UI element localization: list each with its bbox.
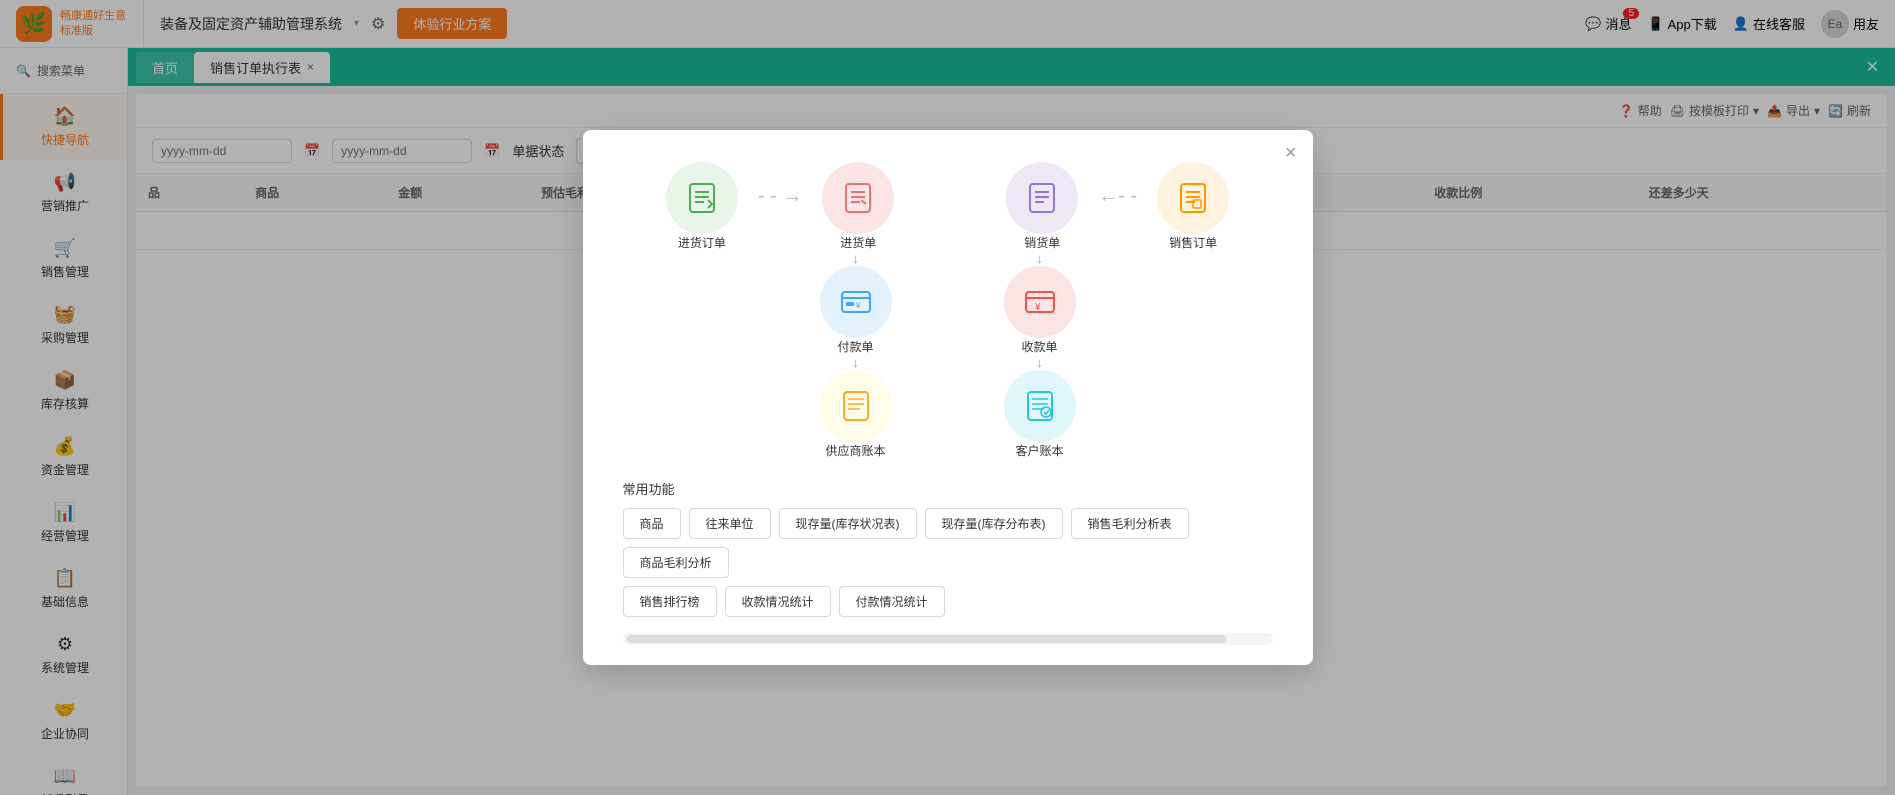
flow-arrows-row-1: ↓ ↓ [623, 251, 1273, 266]
arrow-down-payment: ↓ [820, 355, 892, 370]
flow-row-3: 供应商账本 [696, 370, 1200, 459]
modal-overlay[interactable]: × [0, 0, 1895, 795]
modal-scrollbar[interactable] [623, 633, 1273, 645]
purchase-order-item: 进货订单 [666, 162, 738, 251]
customer-ledger-circle[interactable] [1004, 370, 1076, 442]
arrow-down-sales: ↓ [1004, 251, 1076, 266]
supplier-ledger-label: 供应商账本 [825, 442, 885, 459]
flow-row-1: 进货订单 - - → [666, 162, 1229, 251]
flow-arrows-row-2: ↓ ↓ [623, 355, 1273, 370]
flow-row-2: ¥ 付款单 ¥ [696, 266, 1200, 355]
payment-label: 付款单 [837, 338, 873, 355]
payment-circle[interactable]: ¥ [820, 266, 892, 338]
arrow-2: ←- - [1098, 185, 1137, 208]
purchase-bill-circle[interactable] [822, 162, 894, 234]
supplier-ledger-item: 供应商账本 [820, 370, 892, 459]
sales-bill-icon [1024, 180, 1060, 216]
purchase-order-label: 进货订单 [678, 234, 726, 251]
flow-diagram: 进货订单 - - → [623, 162, 1273, 459]
purchase-order-circle[interactable] [666, 162, 738, 234]
arrow-down-receipt: ↓ [1004, 355, 1076, 370]
common-func-section: 常用功能 商品 往来单位 现存量(库存状况表) 现存量(库存分布表) 销售毛利分… [623, 479, 1273, 617]
purchase-order-icon [684, 180, 720, 216]
func-btn-product[interactable]: 商品 [623, 508, 681, 539]
scrollbar-track [627, 635, 1227, 643]
func-btn-sales-profit[interactable]: 销售毛利分析表 [1071, 508, 1189, 539]
payment-icon: ¥ [838, 284, 874, 320]
sales-bill-label: 销货单 [1024, 234, 1060, 251]
sales-order-label: 销售订单 [1169, 234, 1217, 251]
func-btn-stock-status[interactable]: 现存量(库存状况表) [779, 508, 917, 539]
sales-bill-item: 销货单 [1006, 162, 1078, 251]
svg-text:¥: ¥ [1034, 302, 1041, 313]
sales-order-icon [1175, 180, 1211, 216]
func-btn-sales-rank[interactable]: 销售排行榜 [623, 586, 717, 617]
purchase-bill-icon [840, 180, 876, 216]
modal: × [583, 130, 1313, 665]
func-buttons-row2: 销售排行榜 收款情况统计 付款情况统计 [623, 586, 1273, 617]
customer-ledger-label: 客户账本 [1015, 442, 1063, 459]
func-buttons: 商品 往来单位 现存量(库存状况表) 现存量(库存分布表) 销售毛利分析表 商品… [623, 508, 1273, 578]
func-btn-receipt-stat[interactable]: 收款情况统计 [725, 586, 831, 617]
modal-body: 进货订单 - - → [583, 130, 1313, 665]
func-btn-product-profit[interactable]: 商品毛利分析 [623, 547, 729, 578]
sales-order-item: 销售订单 [1157, 162, 1229, 251]
supplier-ledger-icon [838, 388, 874, 424]
payment-item: ¥ 付款单 [820, 266, 892, 355]
modal-close-btn[interactable]: × [1285, 142, 1297, 165]
receipt-label: 收款单 [1021, 338, 1057, 355]
customer-ledger-icon [1022, 388, 1058, 424]
purchase-bill-label: 进货单 [840, 234, 876, 251]
func-btn-payment-stat[interactable]: 付款情况统计 [839, 586, 945, 617]
arrow-down-purchase: ↓ [820, 251, 892, 266]
sales-order-circle[interactable] [1157, 162, 1229, 234]
sales-bill-circle[interactable] [1006, 162, 1078, 234]
customer-ledger-item: 客户账本 [1004, 370, 1076, 459]
receipt-item: ¥ 收款单 [1004, 266, 1076, 355]
receipt-circle[interactable]: ¥ [1004, 266, 1076, 338]
receipt-icon: ¥ [1022, 284, 1058, 320]
purchase-bill-item: 进货单 [822, 162, 894, 251]
arrow-1: - - → [758, 185, 802, 208]
func-btn-partner[interactable]: 往来单位 [689, 508, 771, 539]
supplier-ledger-circle[interactable] [820, 370, 892, 442]
svg-text:¥: ¥ [855, 301, 861, 310]
common-func-title: 常用功能 [623, 479, 1273, 498]
func-btn-stock-dist[interactable]: 现存量(库存分布表) [925, 508, 1063, 539]
